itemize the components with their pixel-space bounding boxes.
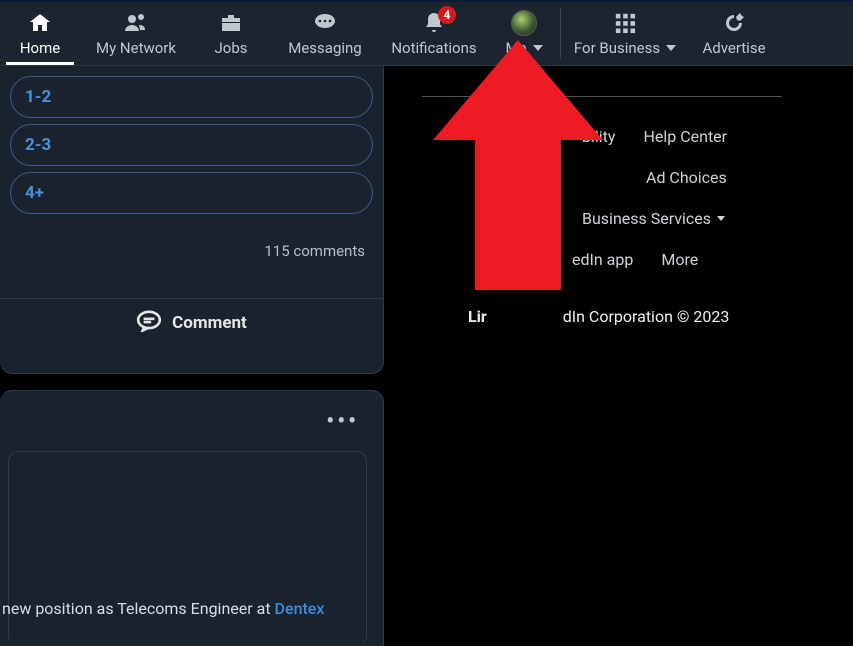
nav-notifications[interactable]: 4 Notifications [380, 2, 488, 65]
footer-ad-choices[interactable]: Ad Choices [646, 168, 727, 187]
avatar-icon [511, 11, 537, 35]
nav-messaging-label: Messaging [288, 39, 361, 57]
post-text: new position as Telecoms Engineer at Den… [2, 599, 373, 618]
post-card: ••• new position as Telecoms Engineer at… [0, 390, 384, 646]
nav-home[interactable]: Home [0, 2, 80, 65]
nav-business[interactable]: For Business [561, 2, 689, 65]
chevron-down-icon [717, 216, 725, 221]
nav-notifications-label: Notifications [391, 39, 476, 57]
footer-block: bility Help Center Ad Choices Business S… [392, 66, 853, 626]
footer-business-services[interactable]: Business Services [582, 209, 725, 228]
top-nav: Home My Network Jobs Messaging 4 Notific… [0, 0, 853, 66]
briefcase-icon [219, 11, 243, 35]
footer-help-center[interactable]: Help Center [643, 127, 727, 146]
people-icon [123, 11, 149, 35]
poll-option-1[interactable]: 1-2 [10, 76, 373, 118]
post-company-link[interactable]: Dentex [275, 599, 325, 618]
home-icon [27, 11, 53, 35]
nav-advertise-label: Advertise [702, 39, 765, 57]
nav-me-label: Me [505, 39, 542, 57]
comment-label: Comment [172, 313, 247, 333]
footer-app[interactable]: edIn app [572, 250, 633, 269]
poll-card: 1-2 2-3 4+ 115 comments Comment [0, 66, 384, 374]
message-icon [312, 11, 338, 35]
footer-accessibility[interactable]: bility [582, 127, 615, 146]
nav-jobs[interactable]: Jobs [192, 2, 270, 65]
notif-badge: 4 [438, 6, 456, 24]
nav-network-label: My Network [96, 39, 176, 57]
nav-messaging[interactable]: Messaging [270, 2, 380, 65]
comment-button[interactable]: Comment [0, 299, 383, 347]
chevron-down-icon [666, 45, 676, 51]
nav-advertise[interactable]: Advertise [689, 2, 779, 65]
footer-more[interactable]: More [661, 250, 698, 269]
nav-business-label: For Business [574, 39, 676, 57]
nav-network[interactable]: My Network [80, 2, 192, 65]
feed-column: 1-2 2-3 4+ 115 comments Comment ••• new … [0, 66, 392, 626]
footer-divider [422, 96, 782, 97]
footer-copyright: LirdIn Corporation © 2023 [468, 307, 853, 326]
comment-icon [136, 310, 162, 337]
poll-option-2[interactable]: 2-3 [10, 124, 373, 166]
nav-me[interactable]: Me [488, 2, 560, 65]
chevron-down-icon [533, 45, 543, 51]
post-menu-button[interactable]: ••• [326, 409, 359, 434]
comments-count[interactable]: 115 comments [0, 224, 383, 268]
nav-jobs-label: Jobs [215, 39, 248, 57]
grid-icon [614, 11, 636, 35]
nav-home-label: Home [20, 39, 60, 57]
target-icon [722, 11, 746, 35]
poll-option-3[interactable]: 4+ [10, 172, 373, 214]
